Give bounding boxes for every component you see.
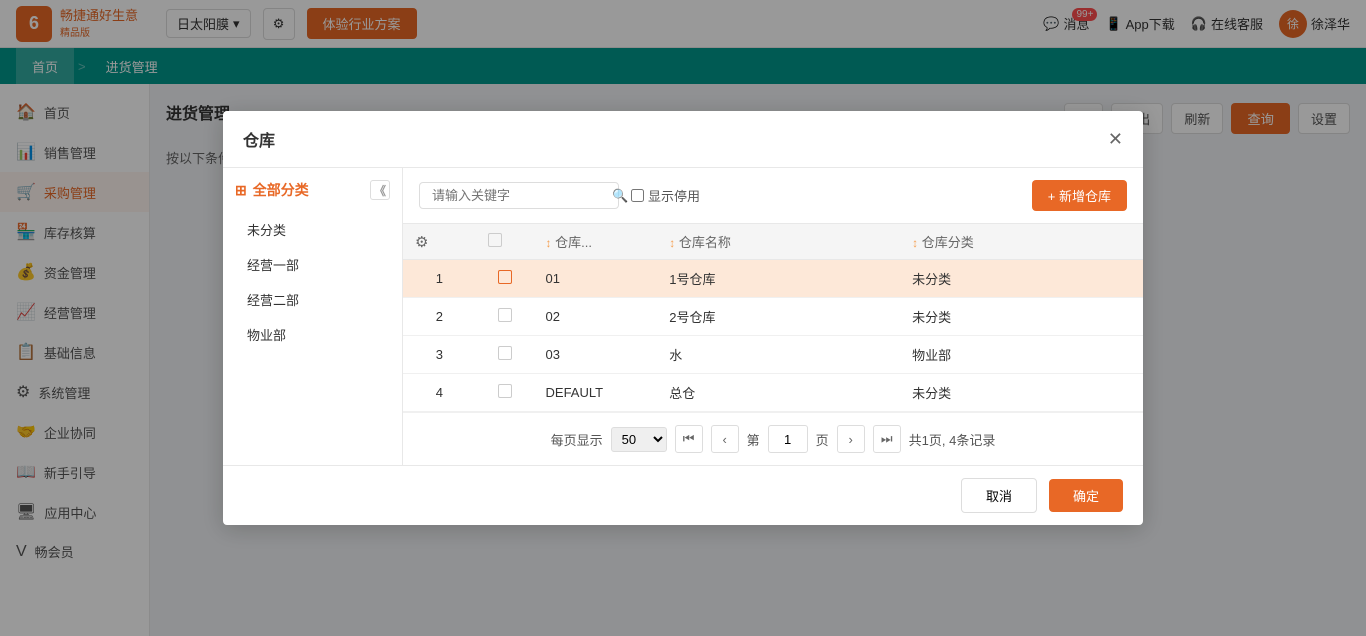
- row-name: 总仓: [657, 374, 900, 412]
- all-category-label: 全部分类: [253, 180, 309, 200]
- search-input-wrap: 🔍: [419, 182, 619, 209]
- row-category: 物业部: [900, 336, 1143, 374]
- th-name[interactable]: ↕ 仓库名称: [657, 224, 900, 260]
- th-check[interactable]: [476, 224, 534, 260]
- show-disabled-checkbox-wrap[interactable]: 显示停用: [631, 186, 700, 205]
- page-summary: 共1页, 4条记录: [909, 430, 996, 449]
- row-code: DEFAULT: [534, 374, 658, 412]
- row-seq: 3: [403, 336, 476, 374]
- row-category: 未分类: [900, 260, 1143, 298]
- per-page-label: 每页显示: [551, 430, 603, 449]
- row-code: 03: [534, 336, 658, 374]
- category-item-unclassified[interactable]: 未分类: [235, 212, 390, 247]
- modal-body: ⊞ 全部分类 《 未分类 经营一部 经营二部 物业部: [223, 168, 1143, 465]
- th-code-label: 仓库...: [555, 235, 592, 250]
- row-code: 02: [534, 298, 658, 336]
- modal-title: 仓库: [243, 127, 275, 151]
- per-page-select[interactable]: 50 100 200: [611, 427, 667, 452]
- all-category-item[interactable]: ⊞ 全部分类 《: [235, 180, 390, 200]
- table-panel: 🔍 显示停用 + 新增仓库 ⚙: [403, 168, 1143, 465]
- category-item-dept1[interactable]: 经营一部: [235, 247, 390, 282]
- search-icon[interactable]: 🔍: [612, 188, 628, 204]
- pagination: 每页显示 50 100 200 ⏮ ‹ 第 页 › ⏭ 共1页, 4条记录: [403, 412, 1143, 465]
- last-page-button[interactable]: ⏭: [873, 425, 901, 453]
- th-code[interactable]: ↕ 仓库...: [534, 224, 658, 260]
- category-label-0: 未分类: [247, 223, 286, 238]
- page-number-input[interactable]: [768, 425, 808, 453]
- category-panel: ⊞ 全部分类 《 未分类 经营一部 经营二部 物业部: [223, 168, 403, 465]
- search-input[interactable]: [428, 183, 612, 208]
- next-page-button[interactable]: ›: [837, 425, 865, 453]
- th-category[interactable]: ↕ 仓库分类: [900, 224, 1143, 260]
- th-cat-label: 仓库分类: [922, 235, 974, 250]
- row-seq: 1: [403, 260, 476, 298]
- row-name: 水: [657, 336, 900, 374]
- table-row[interactable]: 1 01 1号仓库 未分类: [403, 260, 1143, 298]
- row-name: 1号仓库: [657, 260, 900, 298]
- th-name-label: 仓库名称: [679, 235, 731, 250]
- add-warehouse-button[interactable]: + 新增仓库: [1032, 180, 1127, 211]
- warehouse-modal: 仓库 ✕ ⊞ 全部分类 《 未分类 经营一部 经营二部: [223, 111, 1143, 525]
- modal-overlay: 仓库 ✕ ⊞ 全部分类 《 未分类 经营一部 经营二部: [0, 0, 1366, 636]
- row-check[interactable]: [476, 374, 534, 412]
- category-label-3: 物业部: [247, 328, 286, 343]
- table-row[interactable]: 4 DEFAULT 总仓 未分类: [403, 374, 1143, 412]
- page-prefix-label: 第: [747, 430, 760, 449]
- table-row[interactable]: 2 02 2号仓库 未分类: [403, 298, 1143, 336]
- row-check[interactable]: [476, 298, 534, 336]
- prev-page-button[interactable]: ‹: [711, 425, 739, 453]
- close-icon[interactable]: ✕: [1108, 129, 1123, 150]
- cancel-button[interactable]: 取消: [961, 478, 1037, 513]
- th-gear[interactable]: ⚙: [403, 224, 476, 260]
- table-toolbar: 🔍 显示停用 + 新增仓库: [403, 168, 1143, 223]
- row-code: 01: [534, 260, 658, 298]
- modal-footer: 取消 确定: [223, 465, 1143, 525]
- warehouse-table: ⚙ ↕ 仓库... ↕ 仓库名称: [403, 223, 1143, 412]
- table-scroll: ⚙ ↕ 仓库... ↕ 仓库名称: [403, 223, 1143, 412]
- row-category: 未分类: [900, 298, 1143, 336]
- show-disabled-label: 显示停用: [648, 186, 700, 205]
- category-label-1: 经营一部: [247, 258, 299, 273]
- grid-icon: ⊞: [235, 182, 247, 199]
- show-disabled-checkbox[interactable]: [631, 189, 644, 202]
- row-name: 2号仓库: [657, 298, 900, 336]
- category-item-dept2[interactable]: 经营二部: [235, 282, 390, 317]
- page-suffix-label: 页: [816, 430, 829, 449]
- row-check[interactable]: [476, 260, 534, 298]
- confirm-button[interactable]: 确定: [1049, 479, 1123, 512]
- row-seq: 2: [403, 298, 476, 336]
- row-check[interactable]: [476, 336, 534, 374]
- modal-header: 仓库 ✕: [223, 111, 1143, 168]
- category-item-property[interactable]: 物业部: [235, 317, 390, 352]
- first-page-button[interactable]: ⏮: [675, 425, 703, 453]
- collapse-button[interactable]: 《: [370, 180, 390, 200]
- row-category: 未分类: [900, 374, 1143, 412]
- table-row[interactable]: 3 03 水 物业部: [403, 336, 1143, 374]
- category-label-2: 经营二部: [247, 293, 299, 308]
- row-seq: 4: [403, 374, 476, 412]
